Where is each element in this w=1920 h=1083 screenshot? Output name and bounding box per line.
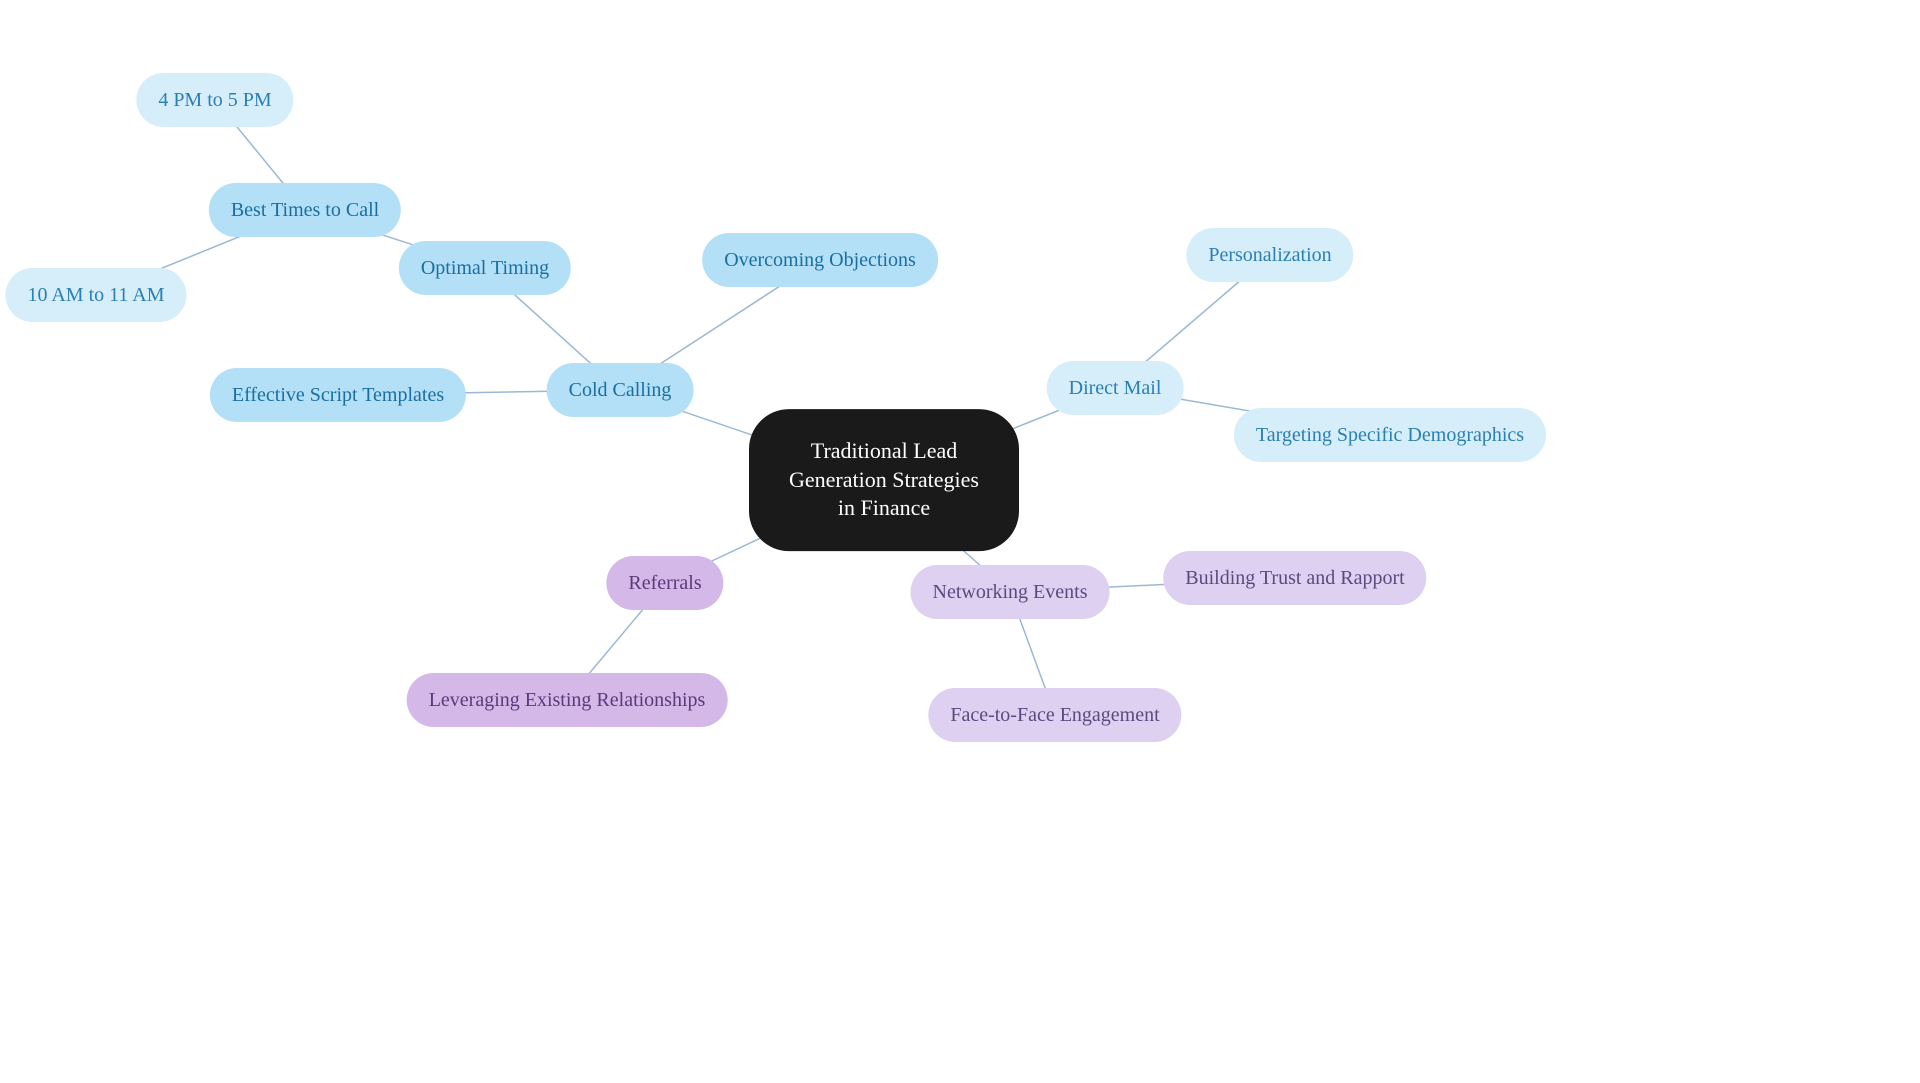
node-best-times: Best Times to Call (209, 183, 401, 237)
node-personalization: Personalization (1186, 228, 1353, 282)
mindmap-canvas: Traditional Lead Generation Strategies i… (0, 0, 1920, 1083)
node-face-to-face: Face-to-Face Engagement (928, 688, 1181, 742)
node-4pm: 4 PM to 5 PM (136, 73, 293, 127)
center-node: Traditional Lead Generation Strategies i… (749, 409, 1019, 551)
node-leveraging-relationships: Leveraging Existing Relationships (407, 673, 728, 727)
node-10am: 10 AM to 11 AM (5, 268, 186, 322)
node-referrals: Referrals (606, 556, 723, 610)
node-direct-mail: Direct Mail (1047, 361, 1184, 415)
node-targeting-demographics: Targeting Specific Demographics (1234, 408, 1546, 462)
node-optimal-timing: Optimal Timing (399, 241, 571, 295)
node-building-trust: Building Trust and Rapport (1163, 551, 1426, 605)
node-cold-calling: Cold Calling (547, 363, 694, 417)
node-networking-events: Networking Events (911, 565, 1110, 619)
node-overcoming-objections: Overcoming Objections (702, 233, 938, 287)
node-effective-script: Effective Script Templates (210, 368, 466, 422)
